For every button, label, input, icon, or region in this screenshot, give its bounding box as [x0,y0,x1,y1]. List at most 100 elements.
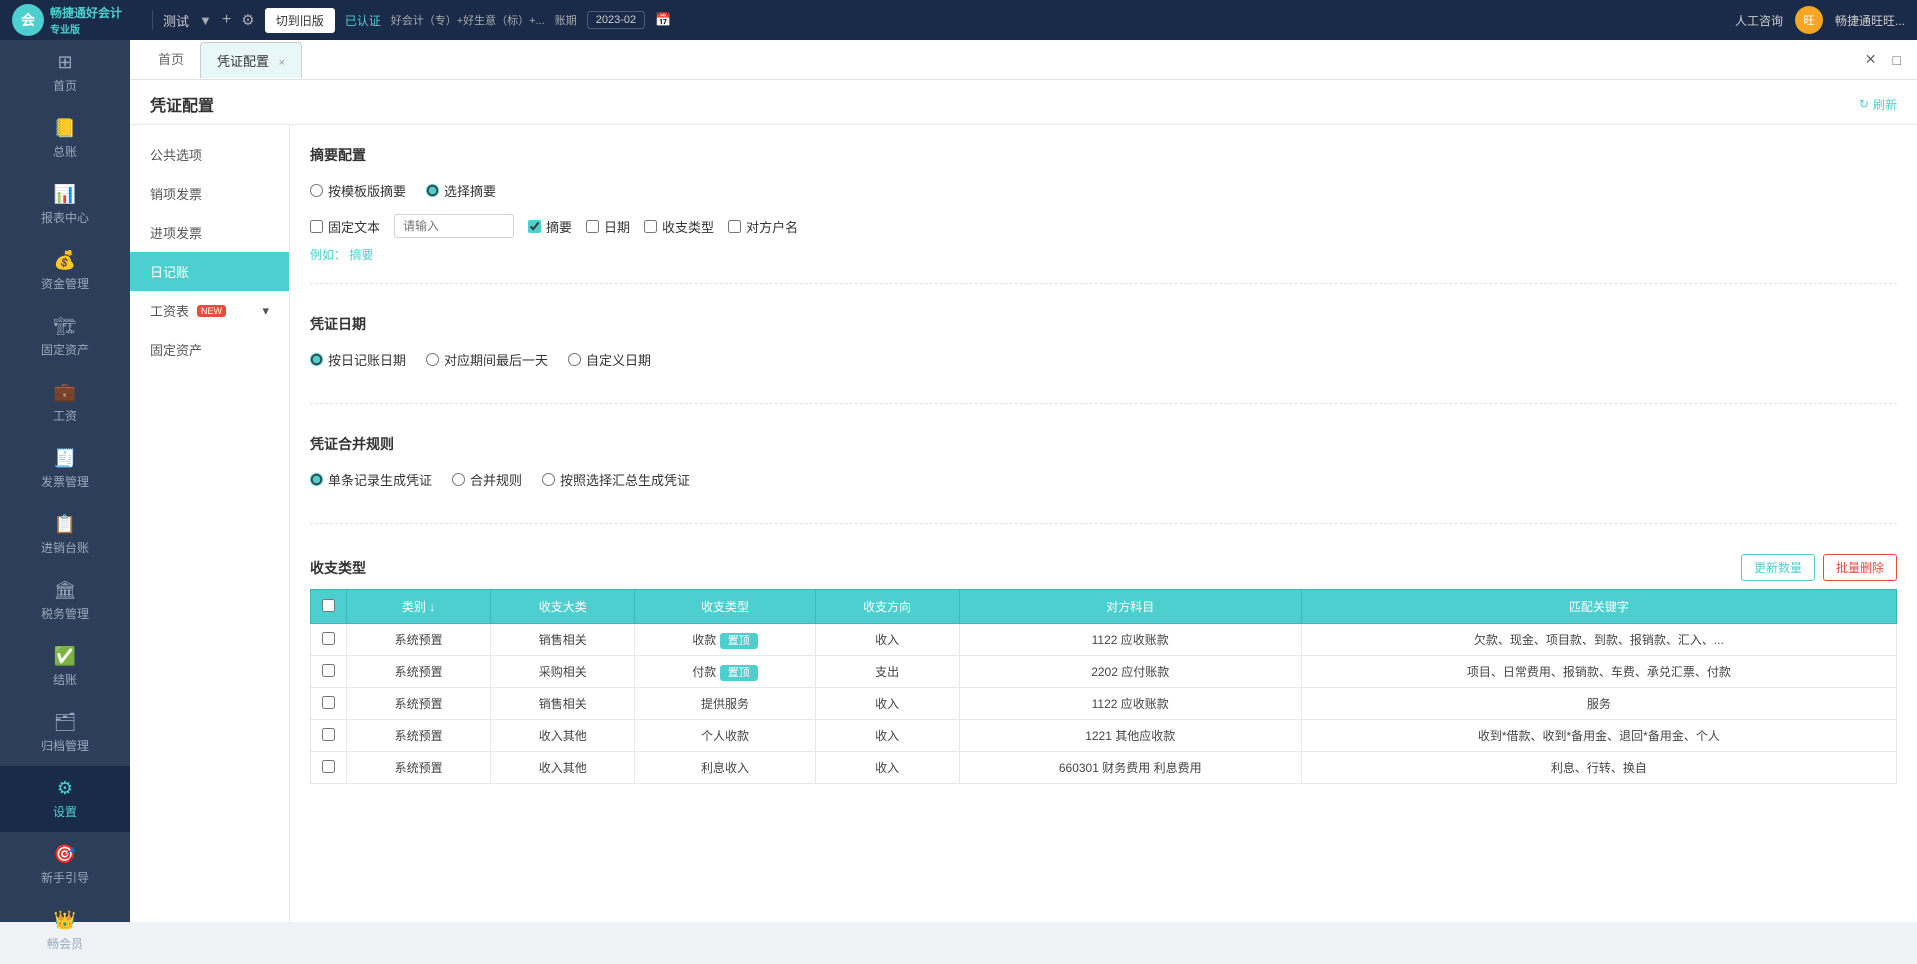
sidebar-item-label: 结账 [53,671,77,688]
select-all-checkbox[interactable] [322,599,335,612]
radio-by-journal-date[interactable]: 按日记账日期 [310,350,406,369]
period-label: 账期 [555,12,577,28]
left-menu-item-public[interactable]: 公共选项 [130,135,289,174]
add-icon[interactable]: + [222,11,231,29]
sidebar-item-home[interactable]: ⊞ 首页 [0,40,130,106]
cell-subject: 1122 应收账款 [959,688,1301,720]
sidebar-item-settings[interactable]: ⚙ 设置 [0,766,130,832]
switch-old-btn[interactable]: 切到旧版 [265,8,335,33]
sidebar-item-report[interactable]: 📊 报表中心 [0,172,130,238]
cell-keywords: 欠款、现金、项目款、到款、报销款、汇入、... [1301,624,1896,656]
cell-income-type: 付款 置顶 [635,656,815,688]
dropdown-arrow-icon[interactable]: ▼ [199,13,212,28]
help-label[interactable]: 人工咨询 [1735,12,1783,29]
tab-bar: 首页 凭证配置 × ✕ □ [130,40,1917,80]
sidebar-item-invoice[interactable]: 🧾 发票管理 [0,436,130,502]
cell-direction: 收入 [815,752,959,784]
radio-last-day-period[interactable]: 对应期间最后一天 [426,350,548,369]
tab-bar-actions: ✕ □ [1861,47,1905,72]
app-layout: ⊞ 首页 📒 总账 📊 报表中心 💰 资金管理 🏗 固定资产 💼 工资 🧾 发票… [0,40,1917,922]
sidebar-item-label: 进销台账 [41,539,89,556]
cell-major-type: 销售相关 [491,624,635,656]
sidebar-item-guide[interactable]: 🎯 新手引导 [0,832,130,898]
delete-btn[interactable]: 批量删除 [1823,554,1897,581]
member-icon: 👑 [54,910,76,931]
table-actions: 更新数量 批量删除 [1741,554,1897,581]
radio-template-summary[interactable]: 按模板版摘要 [310,181,406,200]
row-checkbox[interactable] [322,696,335,709]
checkbox-fixed-text[interactable]: 固定文本 [310,217,380,236]
window-close-btn[interactable]: ✕ [1861,47,1881,72]
cell-category: 系统预置 [347,688,491,720]
certified-tag: 已认证 [345,12,381,29]
tab-voucher-config[interactable]: 凭证配置 × [200,42,302,78]
cell-major-type: 销售相关 [491,688,635,720]
radio-merge-rule[interactable]: 合并规则 [452,470,522,489]
checkbox-income-type[interactable]: 收支类型 [644,217,714,236]
logo-icon: 会 [12,4,44,36]
left-menu-item-fixed-assets[interactable]: 固定资产 [130,330,289,369]
tab-home[interactable]: 首页 [142,41,200,78]
table-row: 系统预置 收入其他 利息收入 收入 660301 财务费用 利息费用 利息、行转… [311,752,1897,784]
summary-section: 摘要配置 按模板版摘要 选择摘要 [310,145,1897,284]
radio-single-record[interactable]: 单条记录生成凭证 [310,470,432,489]
left-menu-item-purchase-invoice[interactable]: 进项发票 [130,213,289,252]
radio-select-summary[interactable]: 选择摘要 [426,181,496,200]
tab-close-btn[interactable]: × [279,57,285,69]
sidebar-item-label: 畅会员 [47,935,83,952]
archive-icon: 🗂 [54,712,77,733]
row-checkbox[interactable] [322,632,335,645]
example-value: 摘要 [349,248,373,262]
checkbox-summary[interactable]: 摘要 [528,217,572,236]
window-maximize-btn[interactable]: □ [1889,47,1905,72]
row-checkbox[interactable] [322,760,335,773]
cell-keywords: 收到*借款、收到*备用金、退回*备用金、个人 [1301,720,1896,752]
tax-icon: 🏛 [54,580,77,601]
left-menu-item-sales-invoice[interactable]: 销项发票 [130,174,289,213]
radio-aggregate[interactable]: 按照选择汇总生成凭证 [542,470,690,489]
avatar[interactable]: 旺 [1795,6,1823,34]
sidebar-item-closing[interactable]: ✅ 结账 [0,634,130,700]
period-value[interactable]: 2023-02 [587,11,645,29]
table-header-row: 收支类型 更新数量 批量删除 [310,554,1897,581]
top-badge[interactable]: 置顶 [720,665,758,681]
checkbox-date[interactable]: 日期 [586,217,630,236]
cell-income-type: 利息收入 [635,752,815,784]
settings-icon[interactable]: ⚙ [241,11,254,29]
page-title: 凭证配置 [150,92,214,116]
left-menu-item-journal[interactable]: 日记账 [130,252,289,291]
sidebar-item-salary[interactable]: 💼 工资 [0,370,130,436]
voucher-date-radio-group: 按日记账日期 对应期间最后一天 自定义日期 [310,350,1897,369]
update-btn[interactable]: 更新数量 [1741,554,1815,581]
cell-income-type: 收款 置顶 [635,624,815,656]
sidebar-item-funds[interactable]: 💰 资金管理 [0,238,130,304]
sidebar-item-archive[interactable]: 🗂 归档管理 [0,700,130,766]
divider [152,10,153,30]
sidebar-item-inout[interactable]: 📋 进销台账 [0,502,130,568]
sidebar-item-member[interactable]: 👑 畅会员 [0,898,130,964]
sidebar-item-label: 报表中心 [41,209,89,226]
merge-rule-title: 凭证合并规则 [310,434,1897,454]
checkbox-counterparty[interactable]: 对方户名 [728,217,798,236]
fixed-text-input[interactable] [394,214,514,238]
cell-direction: 收入 [815,720,959,752]
left-menu-item-payroll[interactable]: 工资表 NEW ▾ [130,291,289,330]
cell-subject: 1221 其他应收款 [959,720,1301,752]
refresh-btn[interactable]: ↻ 刷新 [1859,96,1897,113]
sidebar-item-tax[interactable]: 🏛 税务管理 [0,568,130,634]
income-expense-section: 收支类型 更新数量 批量删除 类别 ↓ [310,554,1897,784]
table-row: 系统预置 销售相关 收款 置顶 收入 1122 应收账款 欠款、现金、项目款、到… [311,624,1897,656]
radio-custom-date[interactable]: 自定义日期 [568,350,651,369]
row-checkbox[interactable] [322,664,335,677]
cell-keywords: 利息、行转、换自 [1301,752,1896,784]
sidebar-item-ledger[interactable]: 📒 总账 [0,106,130,172]
row-checkbox[interactable] [322,728,335,741]
sidebar-item-fixed-assets[interactable]: 🏗 固定资产 [0,304,130,370]
guide-icon: 🎯 [54,844,76,865]
income-expense-table: 类别 ↓ 收支大类 收支类型 收支方向 对方科目 匹配关键字 [310,589,1897,784]
top-badge[interactable]: 置顶 [720,633,758,649]
user-name: 畅捷通旺旺... [1835,12,1905,29]
calendar-icon[interactable]: 📅 [655,12,671,28]
cell-category: 系统预置 [347,656,491,688]
cell-category: 系统预置 [347,752,491,784]
